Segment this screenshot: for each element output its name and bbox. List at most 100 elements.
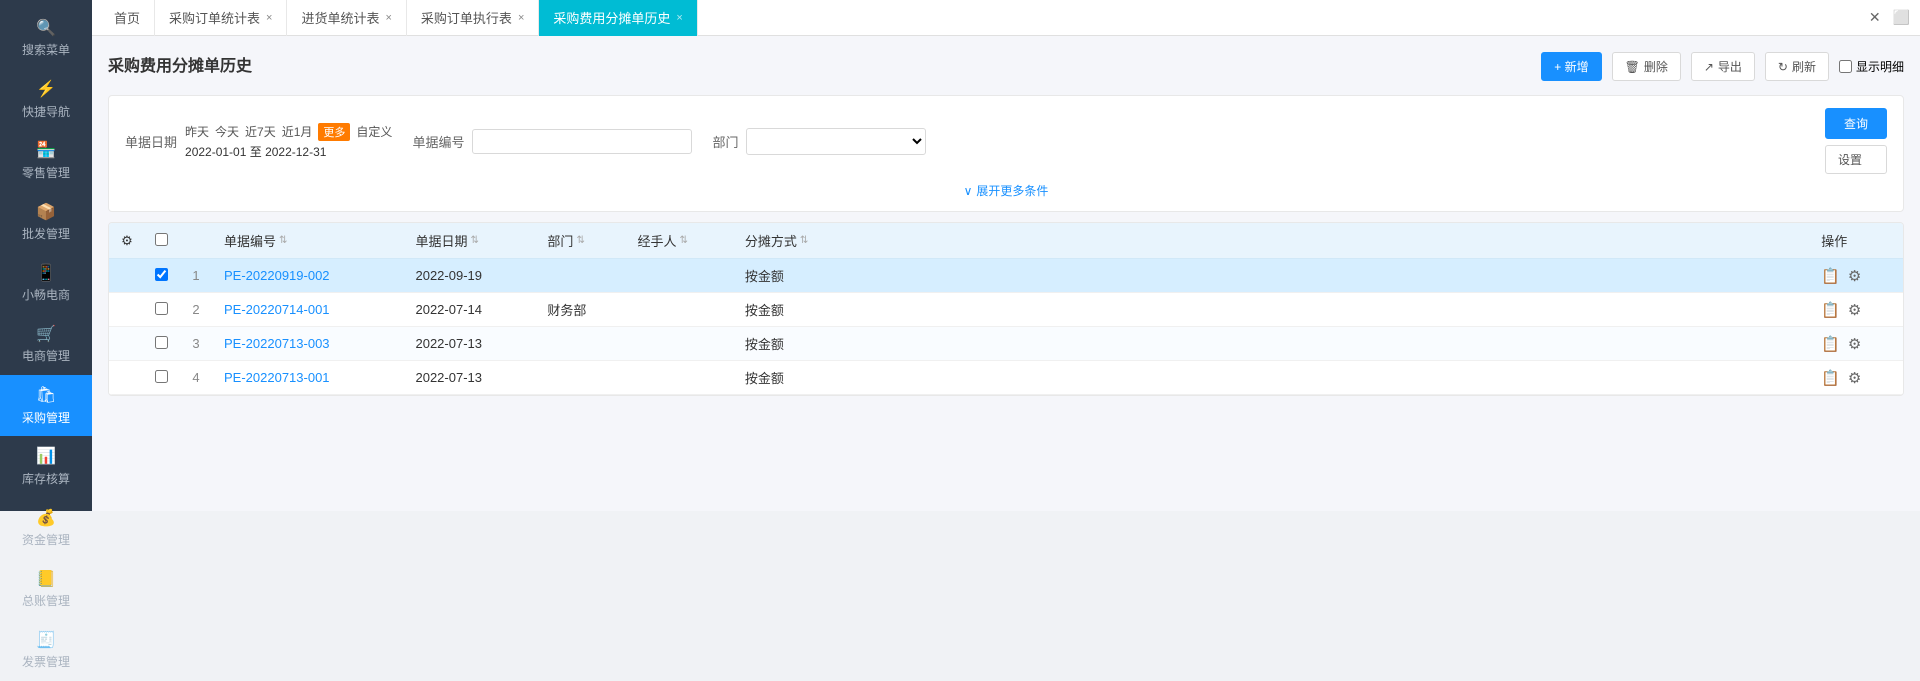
row-checkbox-0[interactable] — [145, 259, 178, 293]
tab-purchase-order-stats[interactable]: 采购订单统计表× — [155, 0, 287, 36]
row-docno-0[interactable]: PE-20220919-002 — [214, 259, 405, 293]
refresh-icon: ↻ — [1778, 60, 1788, 74]
page-container: 采购费用分摊单历史 + 新增 🗑 删除 ↗ 导出 ↻ 刷新 显示明细 — [92, 36, 1920, 511]
row-dept-2 — [537, 327, 627, 361]
sidebar-item-mobile[interactable]: 📱小畅电商 — [0, 253, 92, 314]
tab-label-purchase-order-exec: 采购订单执行表 — [421, 8, 512, 27]
docno-col-header[interactable]: 单据编号⇅ — [214, 223, 405, 259]
row-dept-0 — [537, 259, 627, 293]
sidebar-item-invoice[interactable]: 🧾发票管理 — [0, 620, 92, 681]
dept-select[interactable]: 财务部 — [746, 128, 926, 155]
docdate-col-header[interactable]: 单据日期⇅ — [405, 223, 537, 259]
tab-bar: 首页采购订单统计表×进货单统计表×采购订单执行表×采购费用分摊单历史× ✕ ⬜ — [92, 0, 1920, 36]
row-handler-2 — [627, 327, 734, 361]
inventory-icon: 📊 — [4, 446, 88, 468]
show-fields-checkbox[interactable] — [1839, 60, 1852, 73]
row-settings-3 — [109, 361, 145, 395]
sidebar-item-inventory[interactable]: 📊库存核算 — [0, 436, 92, 497]
tab-close-purchase-order-exec[interactable]: × — [518, 12, 524, 24]
edit-icon-0[interactable]: 📋 — [1821, 267, 1840, 285]
doc-no-filter: 单据编号 — [412, 129, 692, 154]
tab-purchase-order-exec[interactable]: 采购订单执行表 × — [407, 0, 539, 36]
detail-icon-0[interactable]: ⚙ — [1848, 267, 1861, 285]
close-window-button[interactable]: ✕ — [1867, 7, 1883, 28]
checkbox-col-header[interactable] — [145, 223, 178, 259]
row-splitmethod-1: 按金额 — [735, 293, 1811, 327]
row-checkbox-2[interactable] — [145, 327, 178, 361]
query-button[interactable]: 查询 — [1825, 108, 1887, 139]
handler-col-header[interactable]: 经手人⇅ — [627, 223, 734, 259]
results-table: ⚙ 单据编号⇅ 单据日期⇅ 部门⇅ 经手人⇅ — [109, 223, 1903, 395]
splitmethod-col-header[interactable]: 分摊方式⇅ — [735, 223, 1811, 259]
custom-shortcut[interactable]: 自定义 — [356, 123, 392, 140]
sidebar-item-quick-nav[interactable]: ⚡快捷导航 — [0, 69, 92, 130]
delete-button[interactable]: 🗑 删除 — [1612, 52, 1681, 81]
splitmethod-sort-icon: ⇅ — [800, 235, 808, 246]
trash-icon: 🗑 — [1625, 60, 1640, 74]
settings-col-header[interactable]: ⚙ — [109, 223, 145, 259]
detail-icon-3[interactable]: ⚙ — [1848, 369, 1861, 387]
detail-icon-2[interactable]: ⚙ — [1848, 335, 1861, 353]
date-range-container: 昨天 今天 近7天 近1月 更多 自定义 2022-01-01 至 2022-1… — [185, 123, 392, 160]
sidebar: 🔍搜索菜单⚡快捷导航🏪零售管理📦批发管理📱小畅电商🛒电商管理🛍采购管理📊库存核算… — [0, 0, 92, 511]
header-row: 采购费用分摊单历史 + 新增 🗑 删除 ↗ 导出 ↻ 刷新 显示明细 — [108, 52, 1904, 91]
docdate-sort-icon: ⇅ — [471, 235, 479, 246]
row-checkbox-3[interactable] — [145, 361, 178, 395]
row-docno-2[interactable]: PE-20220713-003 — [214, 327, 405, 361]
tab-close-purchase-receipt-stats[interactable]: × — [385, 12, 391, 24]
sidebar-item-ecommerce[interactable]: 🛒电商管理 — [0, 314, 92, 375]
yesterday-shortcut[interactable]: 昨天 — [185, 123, 209, 140]
row-docno-1[interactable]: PE-20220714-001 — [214, 293, 405, 327]
expand-filter-button[interactable]: ∨ 展开更多条件 — [125, 182, 1887, 199]
sidebar-item-wholesale[interactable]: 📦批发管理 — [0, 192, 92, 253]
more-shortcut[interactable]: 更多 — [318, 123, 350, 141]
doc-no-input[interactable] — [472, 129, 692, 154]
sidebar-item-ledger[interactable]: 📒总账管理 — [0, 559, 92, 620]
action-col-header: 操作 — [1811, 223, 1903, 259]
table-row: 3 PE-20220713-003 2022-07-13 按金额 📋 ⚙ — [109, 327, 1903, 361]
ledger-icon: 📒 — [4, 569, 88, 591]
row-dept-3 — [537, 361, 627, 395]
ecommerce-icon: 🛒 — [4, 324, 88, 346]
dept-col-header[interactable]: 部门⇅ — [537, 223, 627, 259]
sidebar-item-purchase[interactable]: 🛍采购管理 — [0, 375, 92, 436]
export-button[interactable]: ↗ 导出 — [1691, 52, 1755, 81]
row-splitmethod-2: 按金额 — [735, 327, 1811, 361]
tab-home[interactable]: 首页 — [100, 0, 155, 36]
row-checkbox-1[interactable] — [145, 293, 178, 327]
show-fields-checkbox-wrapper[interactable]: 显示明细 — [1839, 52, 1904, 81]
edit-icon-2[interactable]: 📋 — [1821, 335, 1840, 353]
today-shortcut[interactable]: 今天 — [215, 123, 239, 140]
doc-no-label: 单据编号 — [412, 132, 464, 151]
tab-close-purchase-order-stats[interactable]: × — [266, 12, 272, 24]
row-settings-2 — [109, 327, 145, 361]
row-num-2: 3 — [178, 327, 214, 361]
date-range-display[interactable]: 2022-01-01 至 2022-12-31 — [185, 143, 392, 160]
chevron-down-icon: ∨ — [964, 184, 973, 198]
tab-purchase-receipt-stats[interactable]: 进货单统计表 × — [287, 0, 406, 36]
tab-close-purchase-cost-history[interactable]: × — [676, 12, 682, 24]
refresh-button[interactable]: ↻ 刷新 — [1765, 52, 1829, 81]
edit-icon-3[interactable]: 📋 — [1821, 369, 1840, 387]
detail-icon-1[interactable]: ⚙ — [1848, 301, 1861, 319]
sidebar-item-retail[interactable]: 🏪零售管理 — [0, 130, 92, 191]
tab-label-purchase-receipt-stats: 进货单统计表 — [301, 8, 379, 27]
export-icon: ↗ — [1704, 60, 1714, 74]
sidebar-item-finance[interactable]: 💰资金管理 — [0, 498, 92, 559]
maximize-window-button[interactable]: ⬜ — [1891, 7, 1912, 28]
filter-settings-button[interactable]: 设置 — [1825, 145, 1887, 174]
table-body: 1 PE-20220919-002 2022-09-19 按金额 📋 ⚙ 2 P… — [109, 259, 1903, 395]
row-actions-2: 📋 ⚙ — [1811, 327, 1903, 361]
main-content: 首页采购订单统计表×进货单统计表×采购订单执行表×采购费用分摊单历史× ✕ ⬜ … — [92, 0, 1920, 511]
row-docno-3[interactable]: PE-20220713-001 — [214, 361, 405, 395]
tab-purchase-cost-history[interactable]: 采购费用分摊单历史× — [539, 0, 697, 36]
date-filter: 单据日期 昨天 今天 近7天 近1月 更多 自定义 2022-01-01 至 2… — [125, 123, 392, 160]
edit-icon-1[interactable]: 📋 — [1821, 301, 1840, 319]
header-row: ⚙ 单据编号⇅ 单据日期⇅ 部门⇅ 经手人⇅ — [109, 223, 1903, 259]
last7days-shortcut[interactable]: 近7天 — [245, 123, 276, 140]
sidebar-item-search[interactable]: 🔍搜索菜单 — [0, 8, 92, 69]
last1month-shortcut[interactable]: 近1月 — [282, 123, 313, 140]
select-all-checkbox[interactable] — [155, 233, 168, 246]
row-dept-1: 财务部 — [537, 293, 627, 327]
add-button[interactable]: + 新增 — [1541, 52, 1601, 81]
